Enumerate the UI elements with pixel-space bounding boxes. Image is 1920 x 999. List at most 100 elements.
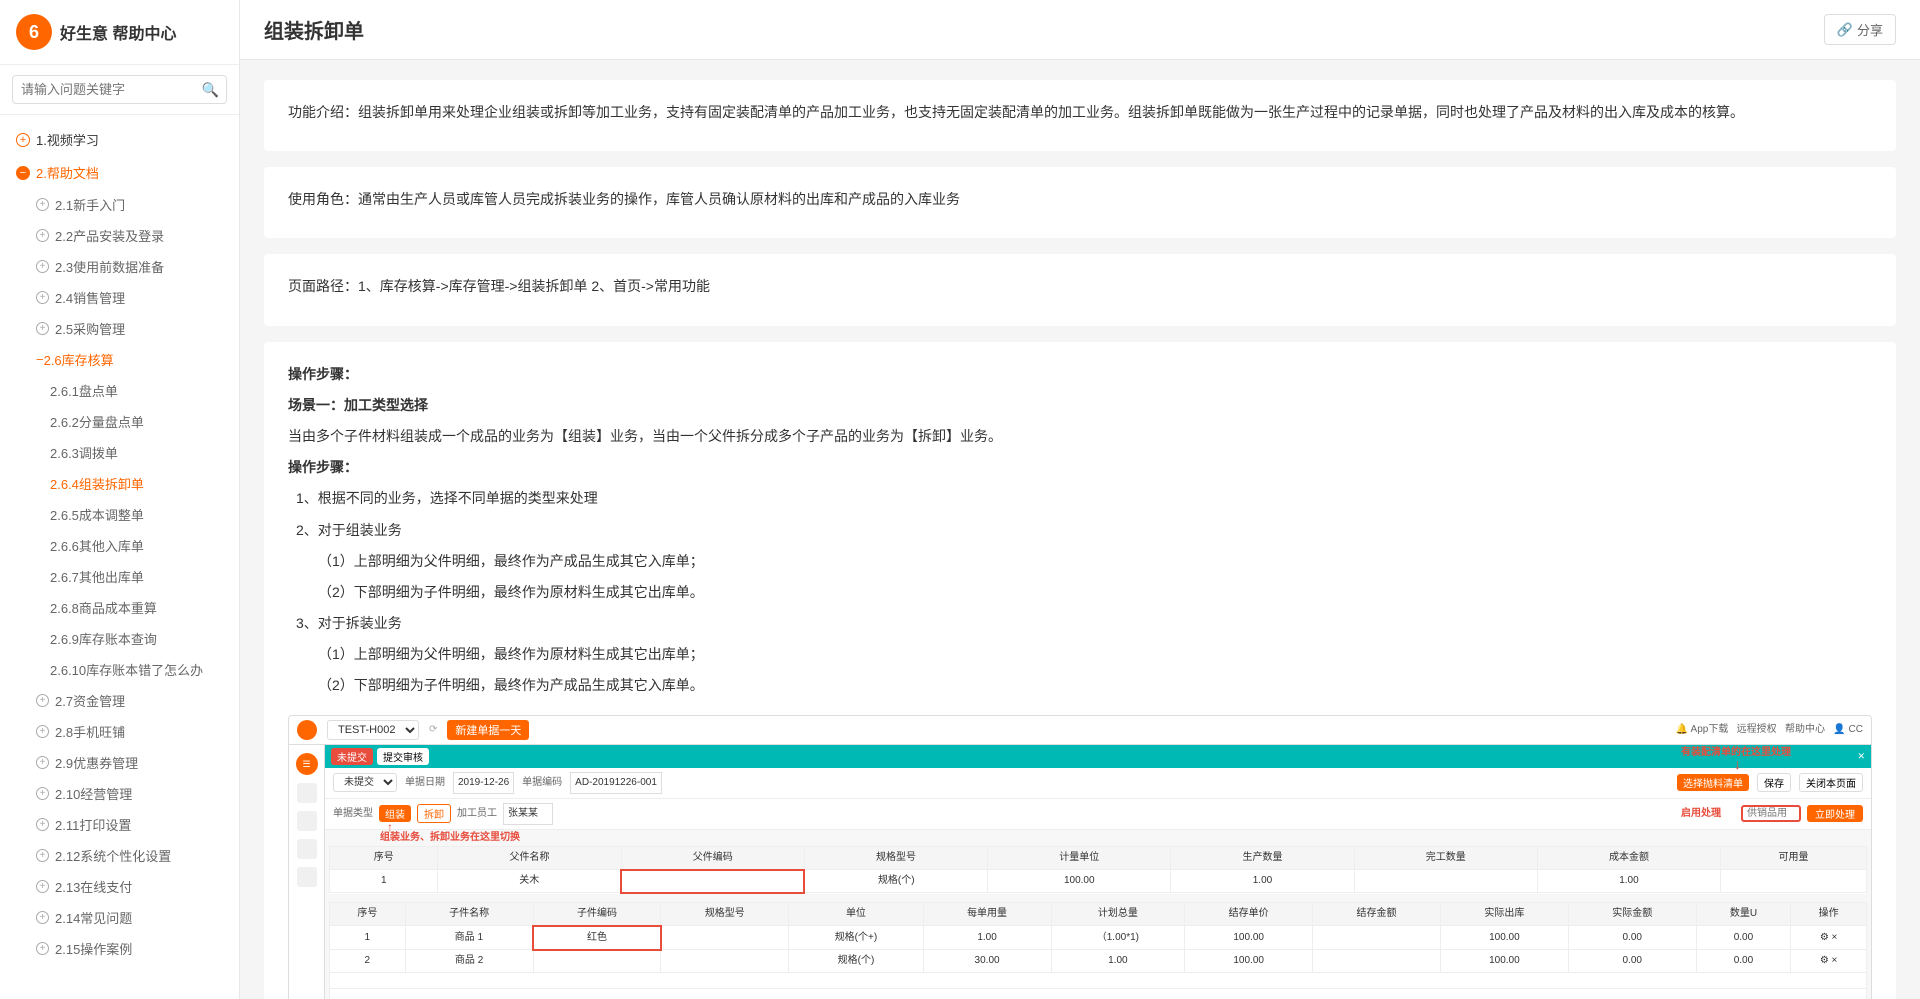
sidebar-item-newuser[interactable]: + 2.1新手入门 xyxy=(0,189,239,220)
sidebar-item-ops[interactable]: + 2.10经营管理 xyxy=(0,778,239,809)
mock-type-label: 单据类型 xyxy=(333,805,373,823)
td-parent-name: 关木 xyxy=(438,870,621,893)
intro-card: 功能介绍：组装拆卸单用来处理企业组装或拆卸等加工业务，支持有固定装配清单的产品加… xyxy=(264,80,1896,151)
sidebar-item-sales[interactable]: + 2.4销售管理 xyxy=(0,282,239,313)
arrow-type-switch: ↑ xyxy=(387,817,393,839)
operation-title: 操作步骤： xyxy=(288,362,1872,387)
mock-form-toolbar: 未提交 提交审核 ✕ xyxy=(325,745,1871,768)
sidebar-item-settings[interactable]: + 2.12系统个性化设置 xyxy=(0,840,239,871)
plus-sm-icon: + xyxy=(36,911,49,924)
plus-sm-icon: + xyxy=(36,291,49,304)
sidebar-item-inventory-9[interactable]: 2.6.9库存账本查询 xyxy=(0,623,239,654)
sidebar-item-inventory-5[interactable]: 2.6.5成本调整单 xyxy=(0,499,239,530)
sidebar-item-inventory-4[interactable]: 2.6.4组装拆卸单 xyxy=(0,468,239,499)
sidebar-item-inventory-1[interactable]: 2.6.1盘点单 xyxy=(0,375,239,406)
sidebar: 6 好生意 帮助中心 🔍 + 1.视频学习 − 2.帮助文档 + 2.1新手入门 xyxy=(0,0,240,999)
th-cost: 成本金额 xyxy=(1537,846,1720,870)
table-row: 2 商品 2 规格(个) 30.00 1.00 100.00 xyxy=(330,950,1867,973)
mock-form-header: 未提交 单据日期 2019-12-26 单据编码 AD-20191226-001… xyxy=(325,768,1871,799)
sidebar-item-prepare[interactable]: + 2.3使用前数据准备 xyxy=(0,251,239,282)
td-produce-qty: 1.00 xyxy=(1171,870,1354,893)
th-usage: 每单用量 xyxy=(923,902,1051,926)
sidebar-item-finance[interactable]: + 2.7资金管理 xyxy=(0,685,239,716)
sidebar-item-install[interactable]: + 2.2产品安装及登录 xyxy=(0,220,239,251)
td-avail xyxy=(1721,870,1867,893)
th-stock-price: 结存单价 xyxy=(1185,902,1313,926)
th-spec2: 规格型号 xyxy=(661,902,789,926)
search-container: 🔍 xyxy=(0,65,239,115)
mock-company-select[interactable]: TEST-H002 xyxy=(327,720,419,740)
td-unit: 100.00 xyxy=(988,870,1171,893)
mock-save-btn[interactable]: 保存 xyxy=(1757,773,1791,792)
th-spec: 规格型号 xyxy=(804,846,987,870)
plus-sm-icon: + xyxy=(36,942,49,955)
mock-new-doc-btn[interactable]: 新建单据一天 xyxy=(447,720,529,740)
mock-date-value: 2019-12-26 xyxy=(453,772,514,794)
plus-sm-icon: + xyxy=(36,756,49,769)
mock-enable-input[interactable] xyxy=(1741,805,1801,822)
th-produce-qty: 生产数量 xyxy=(1171,846,1354,870)
mock-code-value: AD-20191226-001 xyxy=(570,772,662,794)
sidebar-item-print[interactable]: + 2.11打印设置 xyxy=(0,809,239,840)
page-title: 组装拆卸单 xyxy=(264,15,364,44)
th-child-name: 子件名称 xyxy=(405,902,533,926)
search-input[interactable] xyxy=(12,75,227,104)
mock-sidebar-icon-5 xyxy=(297,867,317,887)
mock-doctype-select[interactable]: 未提交 xyxy=(333,773,397,792)
sidebar-item-faq[interactable]: + 2.14常见问题 xyxy=(0,902,239,933)
scenario1-title: 场景一：加工类型选择 xyxy=(288,393,1872,418)
sidebar-item-inventory-2[interactable]: 2.6.2分量盘点单 xyxy=(0,406,239,437)
sidebar-item-cases[interactable]: + 2.15操作案例 xyxy=(0,933,239,964)
nav-sub2-inventory: 2.6.1盘点单 2.6.2分量盘点单 2.6.3调拨单 2.6.4组装拆卸单 … xyxy=(0,375,239,685)
mock-process-btn[interactable]: 立即处理 xyxy=(1807,805,1863,822)
sidebar-item-docs[interactable]: − 2.帮助文档 xyxy=(0,156,239,189)
step3-sub1: （1）上部明细为父件明细，最终作为原材料生成其它出库单； xyxy=(288,642,1872,667)
sidebar-item-inventory[interactable]: − 2.6库存核算 xyxy=(0,344,239,375)
screenshot-container: TEST-H002 ⟳ 新建单据一天 🔔 App下载 远程授权 帮助中心 👤 C… xyxy=(288,715,1872,999)
operation-card: 操作步骤： 场景一：加工类型选择 当由多个子件材料组装成一个成品的业务为【组装】… xyxy=(264,342,1896,999)
sidebar-item-purchase[interactable]: + 2.5采购管理 xyxy=(0,313,239,344)
sidebar-item-inventory-8[interactable]: 2.6.8商品成本重算 xyxy=(0,592,239,623)
mock-tab-form[interactable]: 未提交 xyxy=(331,748,373,765)
share-button[interactable]: 🔗 分享 xyxy=(1824,14,1896,45)
sidebar-item-inventory-10[interactable]: 2.6.10库存账本错了怎么办 xyxy=(0,654,239,685)
sidebar-item-inventory-6[interactable]: 2.6.6其他入库单 xyxy=(0,530,239,561)
step2: 2、对于组装业务 xyxy=(288,518,1872,543)
annotation-enable: 启用处理 xyxy=(1681,805,1721,823)
th-idx: 序号 xyxy=(330,902,406,926)
td-cost: 1.00 xyxy=(1537,870,1720,893)
search-icon: 🔍 xyxy=(202,81,219,98)
sidebar-item-payment[interactable]: + 2.13在线支付 xyxy=(0,871,239,902)
sidebar-item-videos[interactable]: + 1.视频学习 xyxy=(0,123,239,156)
sidebar-item-inventory-3[interactable]: 2.6.3调拨单 xyxy=(0,437,239,468)
mock-type-dismantle[interactable]: 拆卸 xyxy=(417,804,451,823)
td-idx: 1 xyxy=(330,870,438,893)
arrow-enable: ↓ xyxy=(1717,803,1723,825)
plus-icon: + xyxy=(16,133,30,147)
function-intro: 功能介绍：组装拆卸单用来处理企业组装或拆卸等加工业务，支持有固定装配清单的产品加… xyxy=(288,100,1872,125)
sidebar-item-mobile[interactable]: + 2.8手机旺铺 xyxy=(0,716,239,747)
plus-sm-icon: + xyxy=(36,725,49,738)
mock-sidebar-icon-2 xyxy=(297,783,317,803)
table-row xyxy=(330,989,1867,999)
role-card: 使用角色：通常由生产人员或库管人员完成拆装业务的操作，库管人员确认原材料的出库和… xyxy=(264,167,1896,238)
mock-worker-input: 张某某 xyxy=(503,803,553,825)
mock-tab-submit[interactable]: 提交审核 xyxy=(377,748,429,765)
sidebar-item-coupon[interactable]: + 2.9优惠券管理 xyxy=(0,747,239,778)
th-child-code: 子件编码 xyxy=(533,902,661,926)
th-planned: 计划总量 xyxy=(1051,902,1185,926)
sidebar-nav: + 1.视频学习 − 2.帮助文档 + 2.1新手入门 + 2.2产品安装及登录 xyxy=(0,115,239,999)
role-desc: 使用角色：通常由生产人员或库管人员完成拆装业务的操作，库管人员确认原材料的出库和… xyxy=(288,187,1872,212)
minus-icon: − xyxy=(36,352,44,367)
scenario1-desc: 当由多个子件材料组装成一个成品的业务为【组装】业务，当由一个父件拆分成多个子产品… xyxy=(288,424,1872,449)
td-spec: 规格(个) xyxy=(804,870,987,893)
sidebar-item-inventory-7[interactable]: 2.6.7其他出库单 xyxy=(0,561,239,592)
main-header: 组装拆卸单 🔗 分享 xyxy=(240,0,1920,60)
th-op: 操作 xyxy=(1791,902,1867,926)
plus-sm-icon: + xyxy=(36,818,49,831)
mock-close-btn[interactable]: 关闭本页面 xyxy=(1799,773,1863,792)
mock-type-assemble[interactable]: 组装 xyxy=(379,805,411,822)
mock-sidebar-icon-3 xyxy=(297,811,317,831)
td-red-code-1: 红色 xyxy=(533,926,661,950)
mock-sidebar-icon-4 xyxy=(297,839,317,859)
